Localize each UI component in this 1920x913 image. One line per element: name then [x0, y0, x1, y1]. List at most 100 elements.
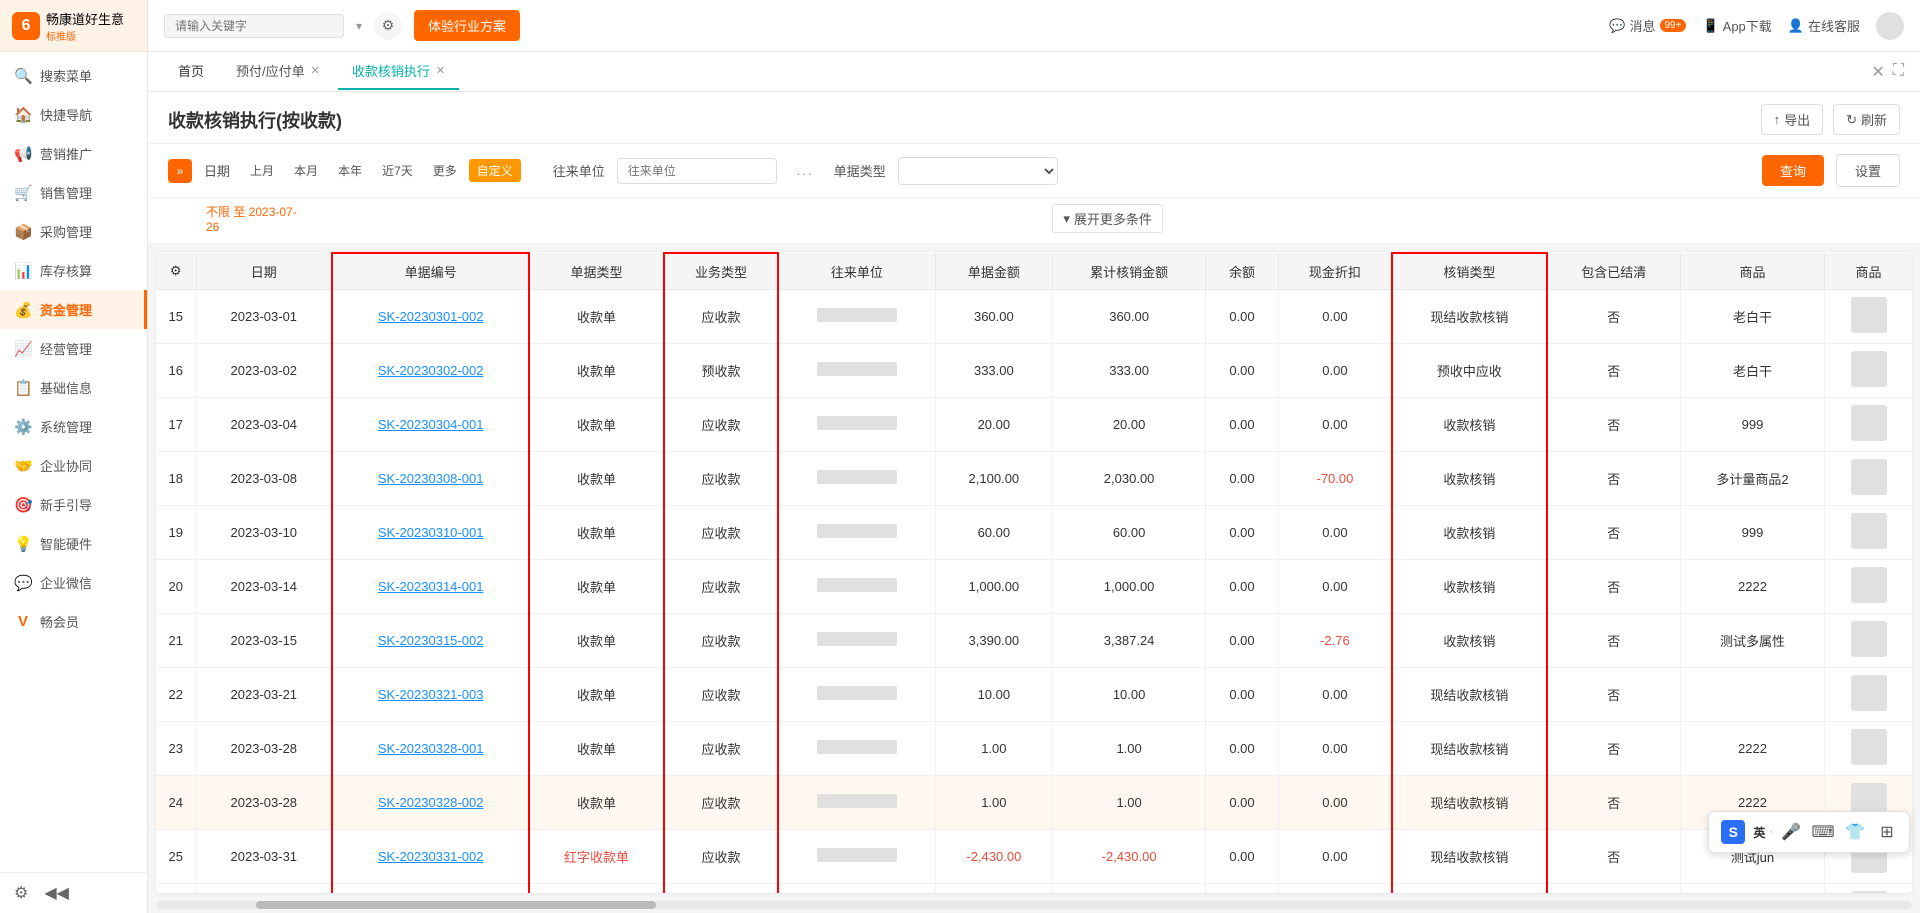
expand-more-btn[interactable]: ▾ 展开更多条件: [1052, 204, 1163, 233]
table-horizontal-scrollbar[interactable]: [156, 901, 1912, 909]
table-cell-11: 否: [1547, 614, 1681, 668]
table-cell-2[interactable]: SK-20230310-001: [332, 506, 529, 560]
setting-btn[interactable]: 设置: [1836, 154, 1900, 187]
topbar-gear-btn[interactable]: ⚙: [374, 12, 402, 40]
filter-this-month-btn[interactable]: 本月: [286, 159, 326, 182]
message-icon: 💬: [1609, 18, 1625, 34]
app-download-btn[interactable]: 📱 App下载: [1702, 16, 1771, 35]
sidebar-item-corp[interactable]: 🤝 企业协同: [0, 446, 147, 485]
table-cell-2[interactable]: SK-20230314-001: [332, 560, 529, 614]
float-brand-s-icon: S: [1721, 820, 1745, 844]
tab-collection[interactable]: 收款核销执行 ✕: [338, 53, 459, 90]
tab-home[interactable]: 首页: [164, 53, 218, 90]
sidebar-item-sales[interactable]: 🛒 销售管理: [0, 173, 147, 212]
filter-partner-input[interactable]: [617, 158, 777, 184]
table-cell-1: 2023-03-02: [196, 344, 332, 398]
tab-payable[interactable]: 预付/应付单 ✕: [222, 53, 334, 90]
table-row: 222023-03-21SK-20230321-003收款单应收款10.0010…: [156, 668, 1912, 722]
table-cell-2[interactable]: SK-20230331-002: [332, 830, 529, 884]
col-header-biz-type: 业务类型: [664, 253, 778, 290]
filter-last-month-btn[interactable]: 上月: [242, 159, 282, 182]
table-cell-5: [778, 884, 935, 894]
float-keyboard-btn[interactable]: ⌨: [1809, 818, 1837, 846]
filter-bill-type-select[interactable]: [898, 157, 1058, 185]
table-cell-1: 2023-03-21: [196, 668, 332, 722]
export-btn[interactable]: ↑ 导出: [1761, 104, 1824, 135]
service-icon: 👤: [1788, 18, 1804, 34]
sidebar-item-purchase[interactable]: 📦 采购管理: [0, 212, 147, 251]
sidebar-item-finance[interactable]: 💰 资金管理: [0, 290, 147, 329]
filter-7days-btn[interactable]: 近7天: [374, 159, 421, 182]
online-service-btn[interactable]: 👤 在线客服: [1788, 16, 1860, 35]
collapse-icon[interactable]: ◀◀: [44, 883, 69, 903]
filter-expand-btn[interactable]: »: [168, 159, 192, 183]
table-cell-2[interactable]: SK-20230321-003: [332, 668, 529, 722]
filter-bill-type-label: 单据类型: [834, 161, 886, 180]
table-cell-11: 否: [1547, 884, 1681, 894]
table-row: 172023-03-04SK-20230304-001收款单应收款20.0020…: [156, 398, 1912, 452]
table-cell-4: 应收款: [664, 776, 778, 830]
sidebar-item-basic[interactable]: 📋 基础信息: [0, 368, 147, 407]
table-cell-5: [778, 668, 935, 722]
table-cell-2[interactable]: SK-20230315-002: [332, 614, 529, 668]
table-cell-5: [778, 344, 935, 398]
float-brand: S: [1717, 820, 1749, 844]
user-avatar[interactable]: [1876, 12, 1904, 40]
tab-close-all-btn[interactable]: ✕: [1871, 62, 1884, 82]
sidebar-item-hardware[interactable]: 💡 智能硬件: [0, 524, 147, 563]
table-cell-7: 333.00: [1053, 344, 1206, 398]
table-cell-2[interactable]: SK-20230301-002: [332, 290, 529, 344]
sidebar-item-member[interactable]: V 畅会员: [0, 602, 147, 641]
col-header-goods2: 商品: [1825, 253, 1912, 290]
scrollbar-thumb[interactable]: [256, 901, 656, 909]
table-cell-5: [778, 614, 935, 668]
filter-this-year-btn[interactable]: 本年: [330, 159, 370, 182]
topbar-dropdown-arrow[interactable]: ▾: [356, 19, 362, 33]
message-btn[interactable]: 💬 消息 99+: [1609, 16, 1686, 35]
tab-collection-close[interactable]: ✕: [436, 64, 445, 77]
table-cell-12: 999: [1680, 398, 1824, 452]
sidebar-item-quicknav[interactable]: 🏠 快捷导航: [0, 95, 147, 134]
gear-icon[interactable]: ⚙: [170, 263, 182, 278]
filter-more-btn[interactable]: 更多: [425, 159, 465, 182]
table-cell-4: 应收款: [664, 398, 778, 452]
table-cell-2[interactable]: SK-20230403-002: [332, 884, 529, 894]
table-cell-0: 18: [156, 452, 196, 506]
corp-icon: 🤝: [14, 457, 32, 475]
sidebar-label-search: 搜索菜单: [40, 66, 92, 85]
sidebar-item-guide[interactable]: 🎯 新手引导: [0, 485, 147, 524]
table-cell-3: 收款单: [529, 452, 664, 506]
table-cell-2[interactable]: SK-20230302-002: [332, 344, 529, 398]
tab-expand-btn[interactable]: ⛶: [1893, 62, 1904, 82]
table-cell-7: 10.00: [1053, 668, 1206, 722]
table-cell-2[interactable]: SK-20230304-001: [332, 398, 529, 452]
float-grid-btn[interactable]: ⊞: [1873, 818, 1901, 846]
sidebar-item-inventory[interactable]: 📊 库存核算: [0, 251, 147, 290]
col-header-writeoff-type: 核销类型: [1392, 253, 1547, 290]
table-cell-0: 20: [156, 560, 196, 614]
sidebar-item-search[interactable]: 🔍 搜索菜单: [0, 56, 147, 95]
table-row: 212023-03-15SK-20230315-002收款单应收款3,390.0…: [156, 614, 1912, 668]
float-shirt-btn[interactable]: 👕: [1841, 818, 1869, 846]
table-cell-2[interactable]: SK-20230328-001: [332, 722, 529, 776]
table-cell-9: 0.00: [1278, 506, 1392, 560]
settings-icon[interactable]: ⚙: [14, 883, 28, 903]
refresh-btn[interactable]: ↻ 刷新: [1833, 104, 1900, 135]
table-cell-7: 2,030.00: [1053, 452, 1206, 506]
topbar-search-input[interactable]: [164, 14, 344, 38]
table-cell-10: 收款核销: [1392, 398, 1547, 452]
table-cell-2[interactable]: SK-20230308-001: [332, 452, 529, 506]
query-btn[interactable]: 查询: [1762, 155, 1824, 186]
float-mic-btn[interactable]: 🎤: [1777, 818, 1805, 846]
tab-payable-label: 预付/应付单: [236, 61, 305, 80]
table-cell-1: 2023-03-28: [196, 776, 332, 830]
tab-payable-close[interactable]: ✕: [311, 64, 320, 77]
sidebar-item-wechat[interactable]: 💬 企业微信: [0, 563, 147, 602]
sidebar-item-operations[interactable]: 📈 经营管理: [0, 329, 147, 368]
sidebar-item-marketing[interactable]: 📢 营销推广: [0, 134, 147, 173]
sidebar-item-system[interactable]: ⚙️ 系统管理: [0, 407, 147, 446]
table-cell-2[interactable]: SK-20230328-002: [332, 776, 529, 830]
industry-solution-btn[interactable]: 体验行业方案: [414, 10, 520, 41]
table-cell-13: [1825, 668, 1912, 722]
filter-custom-btn[interactable]: 自定义: [469, 159, 521, 182]
